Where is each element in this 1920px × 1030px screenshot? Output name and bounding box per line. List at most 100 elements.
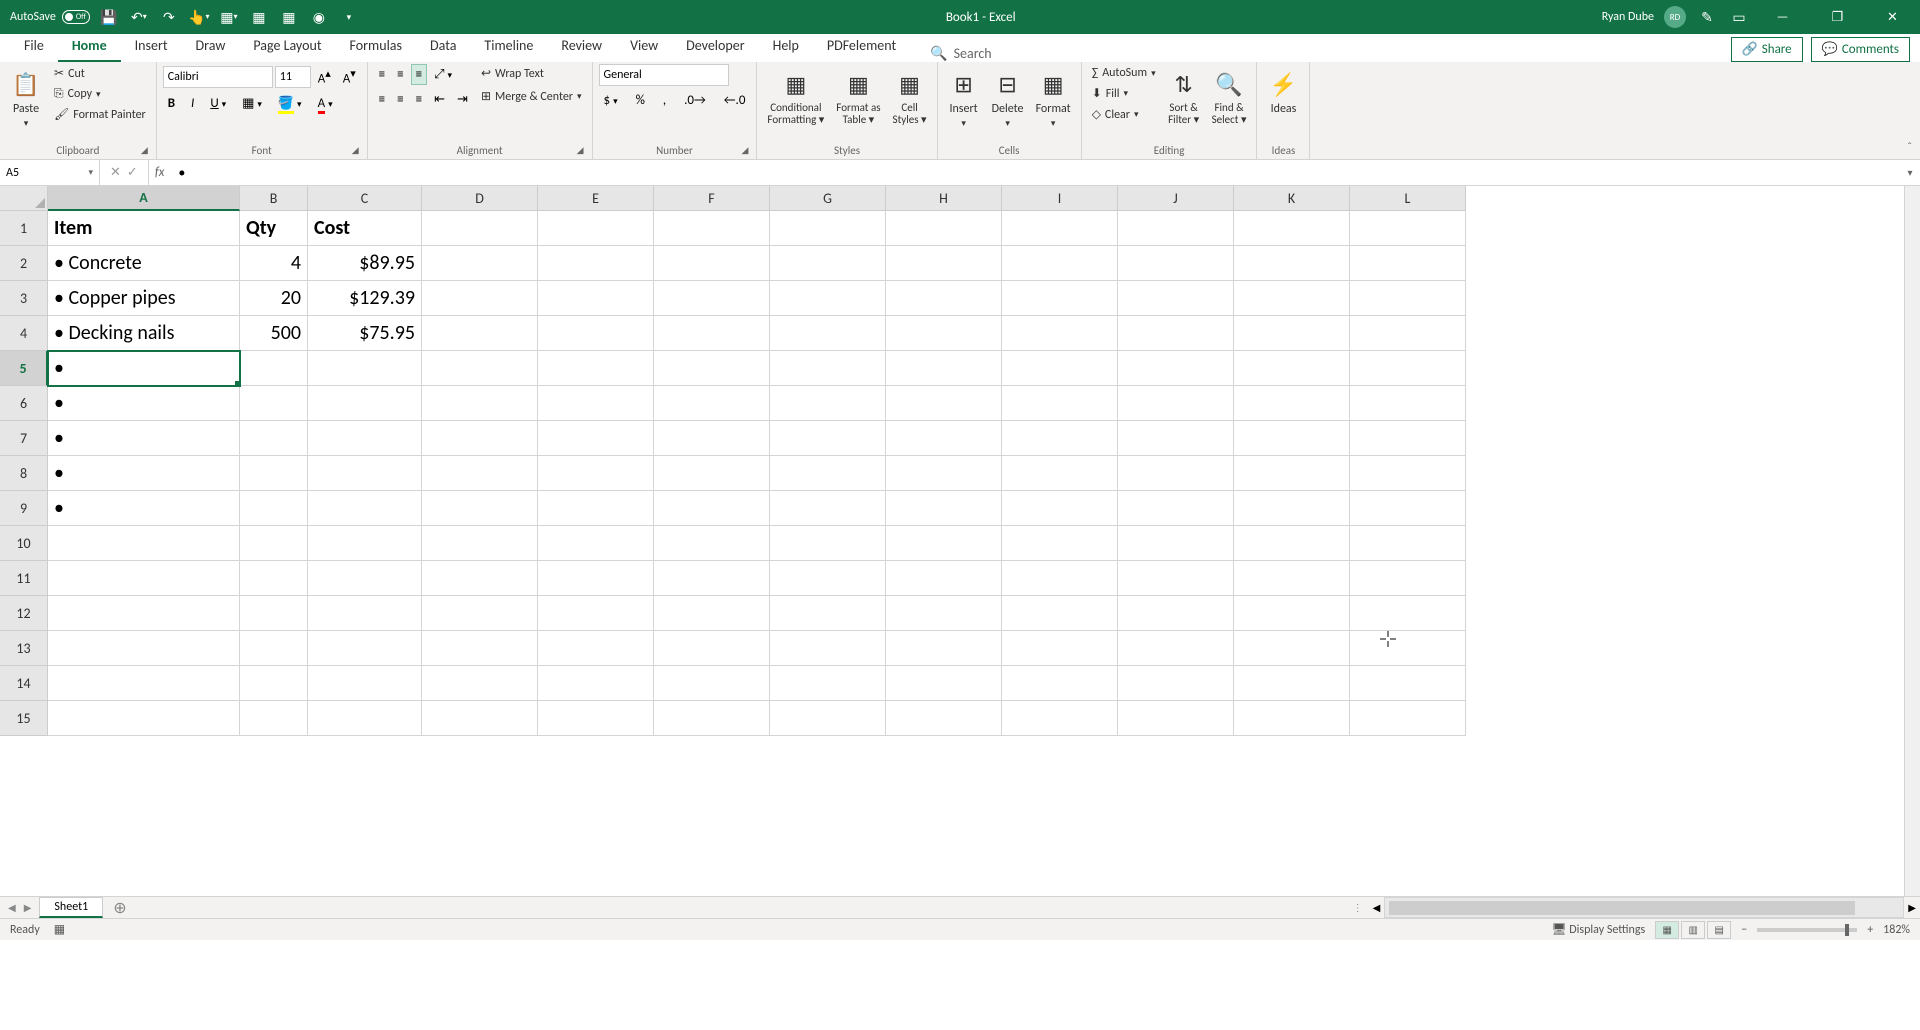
decrease-decimal-button[interactable]: ←.0 xyxy=(719,90,751,111)
cell[interactable] xyxy=(422,561,538,596)
qat-customize-icon[interactable]: ▾ xyxy=(338,6,360,28)
ribbon-tab-pdfelement[interactable]: PDFelement xyxy=(813,31,910,62)
qat-icon-3[interactable]: ▦ xyxy=(278,6,300,28)
cell[interactable] xyxy=(422,421,538,456)
column-header[interactable]: H xyxy=(886,186,1002,211)
row-header[interactable]: 9 xyxy=(0,491,48,526)
row-header[interactable]: 10 xyxy=(0,526,48,561)
cell[interactable] xyxy=(654,526,770,561)
ribbon-tab-home[interactable]: Home xyxy=(58,31,121,62)
cell[interactable]: Cost xyxy=(308,211,422,246)
cell[interactable]: • Concrete xyxy=(48,246,240,281)
normal-view-button[interactable]: ▦ xyxy=(1655,921,1679,939)
ideas-button[interactable]: ⚡ Ideas xyxy=(1263,64,1303,120)
cell[interactable] xyxy=(1234,246,1350,281)
cell[interactable] xyxy=(1350,456,1466,491)
conditional-formatting-button[interactable]: ▦ ConditionalFormatting ▾ xyxy=(763,64,828,130)
align-right-button[interactable]: ≡ xyxy=(411,89,427,110)
cell[interactable] xyxy=(48,666,240,701)
row-header[interactable]: 8 xyxy=(0,456,48,491)
comments-button[interactable]: 💬 Comments xyxy=(1811,37,1910,62)
qat-icon-4[interactable]: ◉ xyxy=(308,6,330,28)
cell[interactable] xyxy=(1118,596,1234,631)
cell[interactable] xyxy=(1002,246,1118,281)
cell[interactable]: • xyxy=(48,351,240,386)
cell[interactable] xyxy=(538,281,654,316)
row-header[interactable]: 12 xyxy=(0,596,48,631)
italic-button[interactable]: I xyxy=(186,93,199,114)
cell[interactable] xyxy=(240,421,308,456)
add-sheet-button[interactable]: ⊕ xyxy=(103,897,136,918)
merge-center-button[interactable]: ⊞Merge & Center ▾ xyxy=(477,87,586,106)
cell[interactable] xyxy=(770,666,886,701)
ribbon-tab-developer[interactable]: Developer xyxy=(672,31,758,62)
align-bottom-button[interactable]: ≡ xyxy=(411,64,427,85)
cell[interactable] xyxy=(1350,281,1466,316)
cell[interactable] xyxy=(1350,526,1466,561)
column-header[interactable]: F xyxy=(654,186,770,211)
cell[interactable] xyxy=(422,246,538,281)
chevron-down-icon[interactable]: ▾ xyxy=(88,167,93,178)
cell[interactable] xyxy=(1350,701,1466,736)
autosum-button[interactable]: ∑AutoSum ▾ xyxy=(1088,64,1160,82)
cell[interactable] xyxy=(1350,316,1466,351)
cell[interactable] xyxy=(1234,281,1350,316)
fill-button[interactable]: ⬇Fill ▾ xyxy=(1088,84,1160,103)
cell[interactable] xyxy=(48,631,240,666)
cell[interactable] xyxy=(422,701,538,736)
ribbon-tab-file[interactable]: File xyxy=(10,31,58,62)
cell[interactable] xyxy=(886,666,1002,701)
cell[interactable]: • xyxy=(48,491,240,526)
cell[interactable] xyxy=(654,456,770,491)
dialog-launcher-icon[interactable]: ◢ xyxy=(577,145,584,156)
cell[interactable] xyxy=(538,631,654,666)
cancel-formula-icon[interactable]: ✕ xyxy=(110,165,121,180)
decrease-font-button[interactable]: A▾ xyxy=(338,64,361,89)
column-header[interactable]: B xyxy=(240,186,308,211)
cell[interactable] xyxy=(240,491,308,526)
dialog-launcher-icon[interactable]: ◢ xyxy=(141,145,148,156)
cell[interactable] xyxy=(886,456,1002,491)
row-header[interactable]: 4 xyxy=(0,316,48,351)
row-header[interactable]: 11 xyxy=(0,561,48,596)
hscroll-right-icon[interactable]: ▶ xyxy=(1904,901,1920,914)
undo-icon[interactable]: ↶▾ xyxy=(128,6,150,28)
cell[interactable] xyxy=(886,561,1002,596)
ribbon-tab-view[interactable]: View xyxy=(616,31,672,62)
cell[interactable] xyxy=(654,316,770,351)
cell[interactable] xyxy=(240,631,308,666)
cell[interactable] xyxy=(1234,596,1350,631)
cell[interactable] xyxy=(422,351,538,386)
cell[interactable] xyxy=(308,421,422,456)
row-header[interactable]: 15 xyxy=(0,701,48,736)
ribbon-tab-insert[interactable]: Insert xyxy=(121,31,182,62)
cell[interactable] xyxy=(1002,526,1118,561)
qat-icon[interactable]: ▦▾ xyxy=(218,6,240,28)
cell[interactable] xyxy=(1350,211,1466,246)
zoom-level[interactable]: 182% xyxy=(1883,923,1910,937)
cell[interactable] xyxy=(1002,596,1118,631)
row-header[interactable]: 7 xyxy=(0,421,48,456)
cell[interactable]: • Copper pipes xyxy=(48,281,240,316)
tell-me-search[interactable]: 🔍 Search xyxy=(910,45,1012,62)
cell[interactable] xyxy=(308,526,422,561)
column-header[interactable]: E xyxy=(538,186,654,211)
cell[interactable] xyxy=(770,701,886,736)
cell[interactable] xyxy=(538,386,654,421)
borders-button[interactable]: ▦ ▾ xyxy=(237,93,267,114)
cell[interactable] xyxy=(308,596,422,631)
sheet-nav-next-icon[interactable]: ▶ xyxy=(24,901,32,914)
row-header[interactable]: 1 xyxy=(0,211,48,246)
cell[interactable] xyxy=(1118,316,1234,351)
cell[interactable] xyxy=(422,666,538,701)
sheet-tab[interactable]: Sheet1 xyxy=(39,897,103,918)
cell[interactable] xyxy=(538,561,654,596)
cell[interactable] xyxy=(654,211,770,246)
format-cells-button[interactable]: ▦ Format ▾ xyxy=(1032,64,1075,133)
cell[interactable] xyxy=(240,596,308,631)
cell[interactable]: • xyxy=(48,386,240,421)
cell[interactable] xyxy=(240,456,308,491)
cell[interactable] xyxy=(308,666,422,701)
insert-cells-button[interactable]: ⊞ Insert ▾ xyxy=(944,64,984,133)
cell[interactable]: Qty xyxy=(240,211,308,246)
